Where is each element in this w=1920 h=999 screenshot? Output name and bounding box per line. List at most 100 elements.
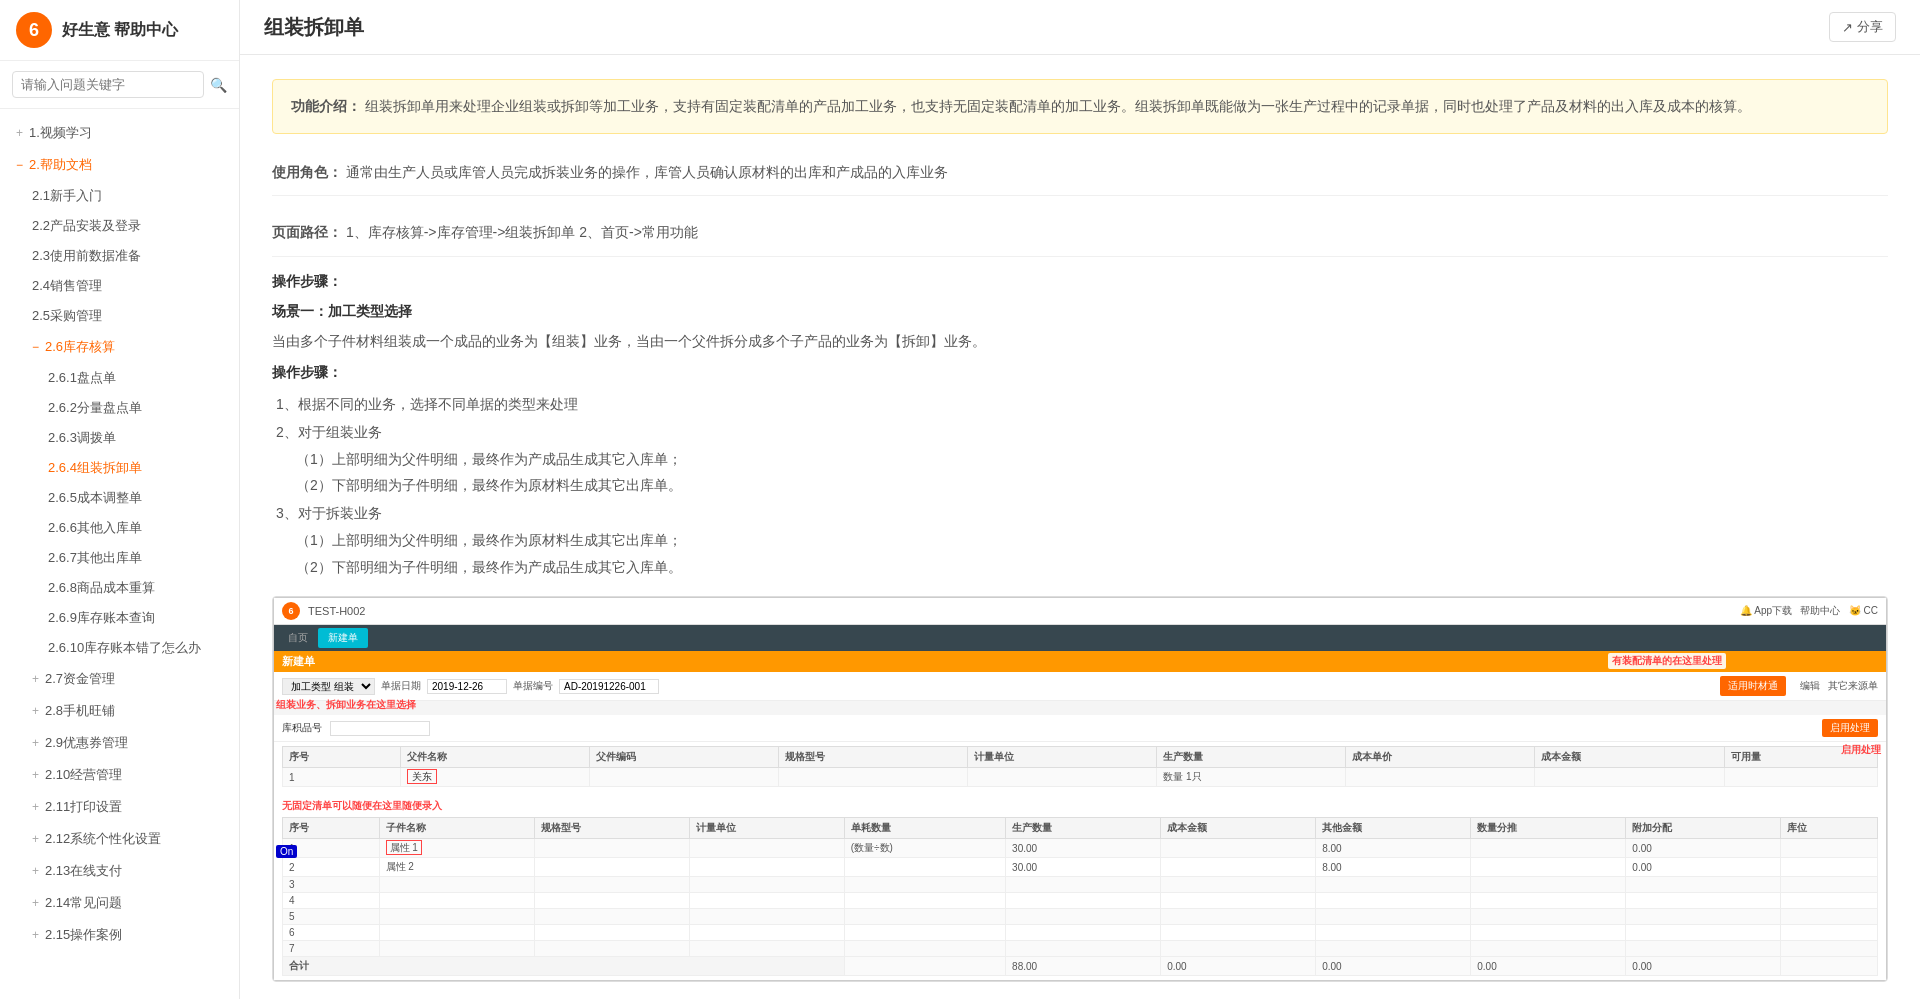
- sidebar-item-2610[interactable]: 2.6.10库存账本错了怎么办: [0, 633, 239, 663]
- sidebar-item-label: 2.9优惠券管理: [45, 734, 128, 752]
- search-box: 🔍: [0, 61, 239, 109]
- mock-date-label: 单据日期: [381, 679, 421, 693]
- th-unit: 计量单位: [968, 747, 1157, 768]
- step-3: 3、对于拆装业务: [276, 499, 1888, 527]
- expand-icon-213: +: [32, 864, 39, 878]
- sidebar-item-label: 2.8手机旺铺: [45, 702, 115, 720]
- step-3-sub2: （2）下部明细为子件明细，最终作为产成品生成其它入库单。: [296, 554, 1888, 581]
- sidebar-item-268[interactable]: 2.6.8商品成本重算: [0, 573, 239, 603]
- steps-title: 操作步骤：: [272, 364, 1888, 382]
- expand-icon-29: +: [32, 736, 39, 750]
- app-logo: 6: [16, 12, 52, 48]
- sidebar-item-docs-24[interactable]: 2.4销售管理: [0, 271, 239, 301]
- mock-table2: 序号 子件名称 规格型号 计量单位 单耗数量 生产数量 成本金额 其他金额 数量…: [282, 817, 1878, 976]
- table-row: 2 属性 2 30.00 8.00 0.00: [283, 858, 1878, 877]
- sidebar-item-docs-211[interactable]: + 2.11打印设置: [0, 791, 239, 823]
- mock-topright: 🔔 App下载 帮助中心 🐱 CC: [1740, 604, 1878, 618]
- mock-other-btns: 编辑 其它来源单: [1800, 679, 1878, 693]
- sidebar-item-label: 2.6库存核算: [45, 338, 115, 356]
- sidebar-header: 6 好生意 帮助中心: [0, 0, 239, 61]
- path-block: 页面路径： 1、库存核算->库存管理->组装拆卸单 2、首页->常用功能: [272, 210, 1888, 256]
- sidebar-item-261[interactable]: 2.6.1盘点单: [0, 363, 239, 393]
- scenario-title: 场景一：加工类型选择: [272, 303, 1888, 321]
- nav-list: + 1.视频学习 − 2.帮助文档 2.1新手入门 2.2产品安装及登录 2.3…: [0, 109, 239, 999]
- sidebar-item-label: 2.帮助文档: [29, 156, 92, 174]
- mock-table1-section: 序号 父件名称 父件编码 规格型号 计量单位 生产数量 成本单价 成本金额 可用…: [274, 742, 1886, 795]
- annot-enable: 启用处理: [1841, 743, 1881, 757]
- mock-nav-newdoc: 新建单: [318, 628, 368, 648]
- sidebar-item-264[interactable]: 2.6.4组装拆卸单: [0, 453, 239, 483]
- collapse-icon-26: −: [32, 340, 39, 354]
- sidebar-item-267[interactable]: 2.6.7其他出库单: [0, 543, 239, 573]
- mock-table1: 序号 父件名称 父件编码 规格型号 计量单位 生产数量 成本单价 成本金额 可用…: [282, 746, 1878, 787]
- sidebar-item-label: 2.12系统个性化设置: [45, 830, 161, 848]
- step-3-sub1: （1）上部明细为父件明细，最终作为原材料生成其它出库单；: [296, 527, 1888, 554]
- sidebar-item-label: 2.11打印设置: [45, 798, 122, 816]
- main-area: 组装拆卸单 ↗ 分享 功能介绍： 组装拆卸单用来处理企业组装或拆卸等加工业务，支…: [240, 0, 1920, 999]
- path-label: 页面路径：: [272, 224, 342, 240]
- cell-sub-name1: 属性 1: [386, 840, 422, 855]
- sidebar-item-docs-23[interactable]: 2.3使用前数据准备: [0, 241, 239, 271]
- mock-date-input[interactable]: [427, 679, 507, 694]
- sidebar-item-262[interactable]: 2.6.2分量盘点单: [0, 393, 239, 423]
- sidebar-item-label: 2.13在线支付: [45, 862, 122, 880]
- mock-logo: 6: [282, 602, 300, 620]
- sidebar-item-docs-26[interactable]: − 2.6库存核算: [0, 331, 239, 363]
- sidebar-item-docs-212[interactable]: + 2.12系统个性化设置: [0, 823, 239, 855]
- user-role-label: 使用角色：: [272, 164, 342, 180]
- sidebar-item-video[interactable]: + 1.视频学习: [0, 117, 239, 149]
- mock-docno-input[interactable]: [559, 679, 659, 694]
- sidebar-item-docs-213[interactable]: + 2.13在线支付: [0, 855, 239, 887]
- mock-right-panel: 库积品号 启用处理 启用处理: [274, 715, 1886, 742]
- function-intro-label: 功能介绍：: [291, 98, 361, 114]
- sidebar-item-label: 2.14常见问题: [45, 894, 122, 912]
- user-role-text: 通常由生产人员或库管人员完成拆装业务的操作，库管人员确认原材料的出库和产成品的入…: [346, 164, 948, 180]
- sidebar-item-label: 2.15操作案例: [45, 926, 122, 944]
- ops-title: 操作步骤：: [272, 273, 1888, 291]
- mock-docno-label: 单据编号: [513, 679, 553, 693]
- step-1: 1、根据不同的业务，选择不同单据的类型来处理: [276, 390, 1888, 418]
- expand-icon-211: +: [32, 800, 39, 814]
- expand-icon-27: +: [32, 672, 39, 686]
- table-row: 5: [283, 909, 1878, 925]
- mock-process-type-select[interactable]: 加工类型 组装 加工类型 拆卸: [282, 678, 375, 695]
- sidebar-item-docs-22[interactable]: 2.2产品安装及登录: [0, 211, 239, 241]
- sidebar-item-docs-215[interactable]: + 2.15操作案例: [0, 919, 239, 951]
- table-row: 3: [283, 877, 1878, 893]
- expand-icon: +: [16, 126, 23, 140]
- share-button[interactable]: ↗ 分享: [1829, 12, 1896, 42]
- th-parent-code: 父件编码: [589, 747, 778, 768]
- sidebar-item-label: 2.7资金管理: [45, 670, 115, 688]
- sidebar-item-docs-29[interactable]: + 2.9优惠券管理: [0, 727, 239, 759]
- expand-icon-28: +: [32, 704, 39, 718]
- sidebar-item-docs-28[interactable]: + 2.8手机旺铺: [0, 695, 239, 727]
- sidebar-item-docs[interactable]: − 2.帮助文档: [0, 149, 239, 181]
- table-row: 6: [283, 925, 1878, 941]
- search-input[interactable]: [12, 71, 204, 98]
- expand-icon-212: +: [32, 832, 39, 846]
- annot-has-bom: 有装配清单的在这里处理: [1608, 653, 1726, 669]
- app-brand-name: 好生意 帮助中心: [62, 20, 178, 41]
- page-title: 组装拆卸单: [264, 14, 364, 41]
- sidebar-item-docs-21[interactable]: 2.1新手入门: [0, 181, 239, 211]
- sidebar-item-docs-25[interactable]: 2.5采购管理: [0, 301, 239, 331]
- mock-enable-btn[interactable]: 启用处理: [1822, 719, 1878, 737]
- sidebar-item-269[interactable]: 2.6.9库存账本查询: [0, 603, 239, 633]
- sidebar-item-docs-210[interactable]: + 2.10经营管理: [0, 759, 239, 791]
- th-qty: 生产数量: [1157, 747, 1346, 768]
- sidebar-item-docs-27[interactable]: + 2.7资金管理: [0, 663, 239, 695]
- mock-orange-section: 新建单 有装配清单的在这里处理: [274, 651, 1886, 672]
- sidebar-item-266[interactable]: 2.6.6其他入库单: [0, 513, 239, 543]
- mock-titlebar: 6 TEST-H002 🔔 App下载 帮助中心 🐱 CC: [274, 598, 1886, 625]
- sidebar-item-265[interactable]: 2.6.5成本调整单: [0, 483, 239, 513]
- mock-toolbar: 加工类型 组装 加工类型 拆卸 单据日期 单据编号 适用时材通 编辑 其它来源单…: [274, 672, 1886, 701]
- mock-kuji-input[interactable]: [330, 721, 430, 736]
- function-intro-text: 组装拆卸单用来处理企业组装或拆卸等加工业务，支持有固定装配清单的产品加工业务，也…: [365, 98, 1751, 114]
- mock-confirm-btn[interactable]: 适用时材通: [1720, 676, 1786, 696]
- content-area: 功能介绍： 组装拆卸单用来处理企业组装或拆卸等加工业务，支持有固定装配清单的产品…: [240, 55, 1920, 999]
- sidebar-item-263[interactable]: 2.6.3调拨单: [0, 423, 239, 453]
- search-button[interactable]: 🔍: [210, 77, 227, 93]
- th-spec: 规格型号: [778, 747, 967, 768]
- sidebar-item-docs-214[interactable]: + 2.14常见问题: [0, 887, 239, 919]
- table-row: 1 关东 数量 1只: [283, 768, 1878, 787]
